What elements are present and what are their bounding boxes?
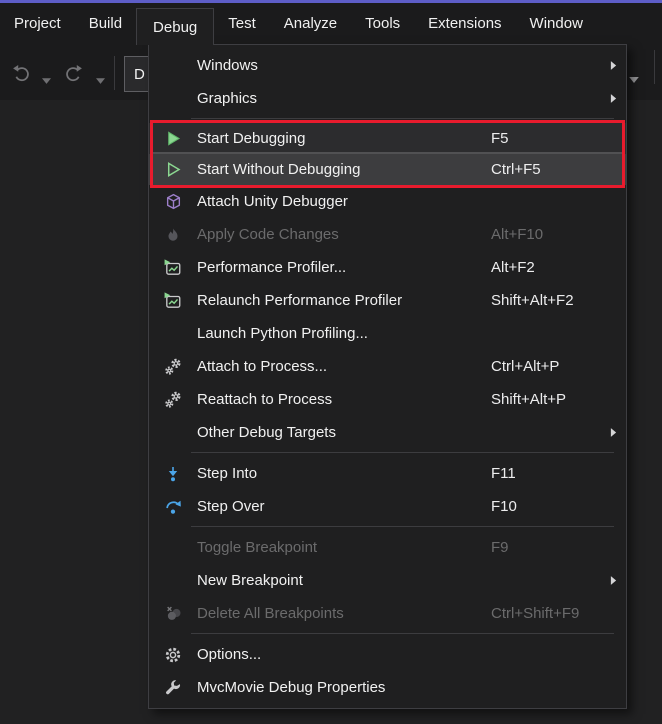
profiler-chart-icon [149,291,197,310]
menu-item-shortcut: Ctrl+Alt+P [491,358,560,375]
menubar-item-extensions[interactable]: Extensions [414,3,515,44]
options-gear-icon [149,646,197,664]
menu-item-label: Apply Code Changes [197,226,339,243]
menu-item-shortcut: F10 [491,498,517,515]
menu-item-label: Relaunch Performance Profiler [197,292,403,309]
menu-separator [191,633,614,634]
menu-item-reattach-to-process[interactable]: Reattach to Process Shift+Alt+P [149,383,626,416]
menu-item-attach-to-process[interactable]: Attach to Process... Ctrl+Alt+P [149,350,626,383]
menubar-item-debug[interactable]: Debug [136,8,215,45]
menu-item-shortcut: Ctrl+Shift+F9 [491,605,580,622]
menu-separator [191,452,614,453]
menu-item-relaunch-performance-profiler[interactable]: Relaunch Performance Profiler Shift+Alt+… [149,284,626,317]
step-over-icon [149,498,197,515]
toolbar-separator-right [654,50,655,84]
menu-item-graphics[interactable]: Graphics [149,82,626,115]
menu-item-performance-profiler[interactable]: Performance Profiler... Alt+F2 [149,251,626,284]
menu-item-step-into[interactable]: Step Into F11 [149,457,626,490]
menu-separator [191,118,614,119]
menu-item-label: Start Debugging [197,130,306,147]
submenu-arrow-icon [600,427,626,438]
menu-item-step-over[interactable]: Step Over F10 [149,490,626,523]
step-into-icon [149,466,197,482]
menu-item-shortcut: F11 [491,465,516,482]
toolbar-separator [114,56,115,90]
menu-item-label: Reattach to Process [197,391,333,408]
menu-item-label: Start Without Debugging [197,161,361,178]
menu-item-attach-unity-debugger[interactable]: Attach Unity Debugger [149,185,626,218]
menubar-item-analyze[interactable]: Analyze [270,3,351,44]
submenu-arrow-icon [600,60,626,71]
menu-item-label: Step Over [197,498,265,515]
wrench-icon [149,679,197,697]
menu-item-label: Performance Profiler... [197,259,347,276]
menubar-item-tools[interactable]: Tools [351,3,414,44]
menu-item-mvcmovie-debug-properties[interactable]: MvcMovie Debug Properties [149,671,626,704]
menu-item-start-debugging[interactable]: Start Debugging F5 [149,123,626,154]
menubar-item-window[interactable]: Window [516,3,597,44]
redo-icon [63,65,84,87]
gears-icon [149,358,197,376]
menu-item-apply-code-changes[interactable]: Apply Code Changes Alt+F10 [149,218,626,251]
menu-item-delete-all-breakpoints[interactable]: Delete All Breakpoints Ctrl+Shift+F9 [149,597,626,630]
menu-item-label: Launch Python Profiling... [197,325,368,342]
menubar-item-test[interactable]: Test [214,3,270,44]
redo-dropdown-button[interactable] [96,71,105,89]
menu-item-options[interactable]: Options... [149,638,626,671]
menubar-item-build[interactable]: Build [75,3,136,44]
unity-cube-icon [149,193,197,210]
flame-icon [149,227,197,243]
menu-item-shortcut: F9 [491,539,509,556]
undo-icon [11,65,32,87]
menu-item-shortcut: Shift+Alt+F2 [491,292,574,309]
undo-dropdown-icon [42,71,51,88]
menu-item-toggle-breakpoint[interactable]: Toggle Breakpoint F9 [149,531,626,564]
menu-item-windows[interactable]: Windows [149,49,626,82]
debug-configuration-text: D [134,65,145,83]
toolbar-overflow-button[interactable] [629,70,639,88]
menu-bar: Project Build Debug Test Analyze Tools Extensi… [0,3,662,45]
profiler-chart-icon [149,258,197,277]
submenu-arrow-icon [600,93,626,104]
menu-item-shortcut: Ctrl+F5 [491,161,541,178]
delete-breakpoints-icon [149,605,197,622]
menubar-item-project[interactable]: Project [0,3,75,44]
menu-item-label: Graphics [197,90,258,107]
menu-item-label: Step Into [197,465,258,482]
menu-item-start-without-debugging[interactable]: Start Without Debugging Ctrl+F5 [149,154,626,185]
play-outline-icon [149,161,197,178]
redo-dropdown-icon [96,71,105,88]
menu-item-label: Attach to Process... [197,358,328,375]
undo-dropdown-button[interactable] [42,71,51,89]
menu-item-label: Options... [197,646,262,663]
toolbar-dropdown-icon [629,70,639,87]
menu-item-label: Delete All Breakpoints [197,605,344,622]
menu-item-new-breakpoint[interactable]: New Breakpoint [149,564,626,597]
menu-item-other-debug-targets[interactable]: Other Debug Targets [149,416,626,449]
submenu-arrow-icon [600,575,626,586]
debug-menu-panel: Windows Graphics Start Debugging F5 Star… [148,44,627,709]
menu-item-label: Windows [197,57,258,74]
menu-item-label: Toggle Breakpoint [197,539,318,556]
menu-item-label: Attach Unity Debugger [197,193,348,210]
menu-separator [191,526,614,527]
menu-item-label: MvcMovie Debug Properties [197,679,386,696]
redo-button[interactable] [63,62,84,88]
menu-item-shortcut: Alt+F2 [491,259,535,276]
menu-item-shortcut: Alt+F10 [491,226,544,243]
menu-item-label: New Breakpoint [197,572,303,589]
menu-item-shortcut: F5 [491,130,509,147]
gears-icon [149,391,197,409]
menu-item-label: Other Debug Targets [197,424,336,441]
menu-item-launch-python-profiling[interactable]: Launch Python Profiling... [149,317,626,350]
play-filled-icon [149,130,197,147]
menu-item-shortcut: Shift+Alt+P [491,391,567,408]
undo-button[interactable] [11,62,32,88]
